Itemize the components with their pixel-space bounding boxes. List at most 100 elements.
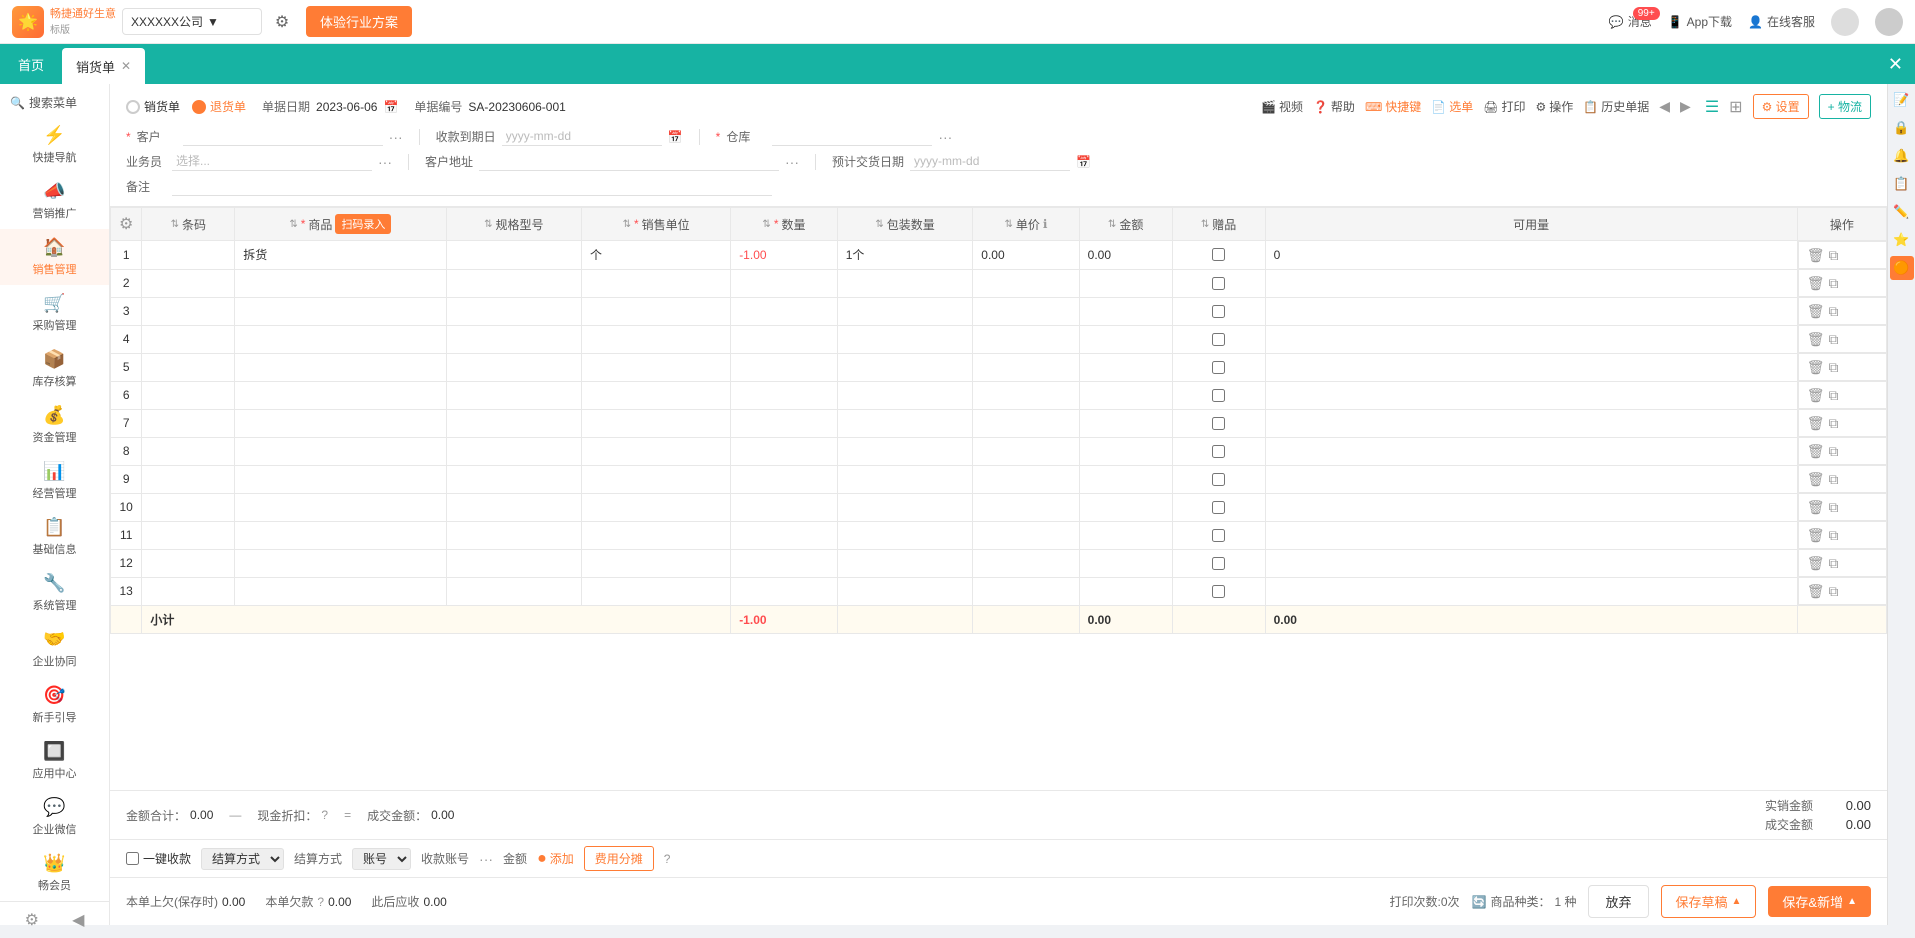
cell-amount-1[interactable]: 0.00: [1079, 241, 1172, 270]
select-action[interactable]: 📄 选单: [1431, 98, 1473, 115]
cell-gift-1[interactable]: [1172, 241, 1265, 270]
tab-close-icon[interactable]: ✕: [121, 59, 131, 73]
rp-notes-icon[interactable]: 📝: [1890, 88, 1914, 112]
message-button[interactable]: 💬 消息 99+: [1609, 13, 1652, 30]
copy-icon[interactable]: ⧉: [1829, 442, 1839, 460]
sidebar-item-appstore[interactable]: 🔲 应用中心: [0, 733, 109, 789]
sort-spec[interactable]: ⇅: [484, 219, 492, 230]
salesperson-select-icon[interactable]: ···: [378, 154, 392, 170]
account-dots-icon[interactable]: ···: [479, 851, 493, 867]
gift-checkbox[interactable]: [1212, 557, 1225, 570]
debt-help-icon[interactable]: ?: [317, 895, 324, 909]
gift-checkbox[interactable]: [1212, 277, 1225, 290]
delete-icon[interactable]: 🗑: [1807, 414, 1825, 432]
video-action[interactable]: 🎬 视频: [1261, 98, 1303, 115]
sidebar-item-basic[interactable]: 📋 基础信息: [0, 509, 109, 565]
price-info-icon[interactable]: ℹ: [1043, 217, 1048, 231]
delete-icon[interactable]: 🗑: [1807, 442, 1825, 460]
sidebar-item-sales[interactable]: 🏠 销售管理: [0, 229, 109, 285]
delete-icon[interactable]: 🗑: [1807, 302, 1825, 320]
copy-icon[interactable]: ⧉: [1829, 582, 1839, 600]
gift-checkbox[interactable]: [1212, 305, 1225, 318]
copy-icon[interactable]: ⧉: [1829, 498, 1839, 516]
sidebar-collapse-icon[interactable]: ◀: [72, 910, 84, 930]
gift-checkbox[interactable]: [1212, 445, 1225, 458]
save-new-button[interactable]: 保存&新增 ▲: [1768, 886, 1871, 917]
sort-gift[interactable]: ⇅: [1201, 219, 1209, 230]
pay-date-input[interactable]: [502, 127, 662, 146]
gift-checkbox[interactable]: [1212, 333, 1225, 346]
sort-price[interactable]: ⇅: [1004, 219, 1012, 230]
gift-checkbox[interactable]: [1212, 417, 1225, 430]
addr-select-icon[interactable]: ···: [785, 154, 799, 170]
fee-split-button[interactable]: 费用分摊: [584, 846, 654, 871]
delete-icon[interactable]: 🗑: [1807, 554, 1825, 572]
sort-product[interactable]: ⇅: [289, 219, 297, 230]
remarks-input[interactable]: [172, 177, 772, 196]
help-action[interactable]: ❓ 帮助: [1313, 98, 1355, 115]
scan-button[interactable]: 扫码录入: [335, 214, 391, 234]
cell-packqty-1[interactable]: 1个: [837, 241, 973, 270]
date-calendar-icon[interactable]: 📅: [383, 100, 398, 114]
sidebar-item-quick-nav[interactable]: ⚡ 快捷导航: [0, 117, 109, 173]
copy-icon[interactable]: ⧉: [1829, 358, 1839, 376]
gift-checkbox[interactable]: [1212, 585, 1225, 598]
sidebar-item-wechat[interactable]: 💬 企业微信: [0, 789, 109, 845]
copy-icon[interactable]: ⧉: [1829, 302, 1839, 320]
copy-icon-1[interactable]: ⧉: [1829, 247, 1839, 264]
logistics-button[interactable]: + 物流: [1819, 94, 1871, 119]
draft-button[interactable]: 保存草稿 ▲: [1661, 885, 1757, 918]
payment-method-select[interactable]: 结算方式: [201, 848, 284, 870]
gift-checkbox[interactable]: [1212, 529, 1225, 542]
tab-close-all-icon[interactable]: ✕: [1876, 54, 1915, 75]
customer-input[interactable]: [183, 127, 383, 146]
copy-icon[interactable]: ⧉: [1829, 386, 1839, 404]
radio-return-order[interactable]: 退货单: [192, 98, 246, 115]
avatar[interactable]: [1831, 8, 1859, 36]
cell-unit-1[interactable]: 个: [582, 241, 731, 270]
nav-left-icon[interactable]: ◀: [1659, 98, 1670, 115]
payment-help-icon[interactable]: ?: [664, 852, 671, 866]
print-action[interactable]: 🖨 打印: [1483, 98, 1525, 115]
warehouse-input[interactable]: 建材仓: [772, 127, 932, 146]
rp-list-icon[interactable]: 📋: [1890, 172, 1914, 196]
cell-price-1[interactable]: 0.00: [973, 241, 1079, 270]
expected-date-input[interactable]: [910, 152, 1070, 171]
sidebar-settings-icon[interactable]: ⚙: [25, 910, 39, 930]
cell-product-1[interactable]: 拆货: [235, 241, 446, 270]
gift-checkbox[interactable]: [1212, 389, 1225, 402]
shortcut-action[interactable]: ⌨ 快捷键: [1365, 98, 1421, 115]
one-key-pay-checkbox[interactable]: 一键收款: [126, 850, 191, 867]
list-view-icon[interactable]: ☰: [1705, 97, 1719, 117]
sidebar-search[interactable]: 🔍 搜索菜单: [0, 88, 109, 117]
delete-icon[interactable]: 🗑: [1807, 526, 1825, 544]
sidebar-item-member[interactable]: 👑 畅会员: [0, 845, 109, 901]
cell-qty-1[interactable]: -1.00: [731, 241, 838, 270]
delete-icon[interactable]: 🗑: [1807, 582, 1825, 600]
th-settings[interactable]: ⚙: [111, 208, 142, 241]
sidebar-item-collab[interactable]: 🤝 企业协同: [0, 621, 109, 677]
company-selector[interactable]: XXXXXX公司 ▼: [122, 8, 262, 35]
gift-checkbox[interactable]: [1212, 473, 1225, 486]
rp-orange-icon[interactable]: 🟠: [1890, 256, 1914, 280]
customer-addr-input[interactable]: [479, 152, 779, 171]
radio-sales-order[interactable]: 销货单: [126, 98, 180, 115]
avatar-extra[interactable]: [1875, 8, 1903, 36]
discard-button[interactable]: 放弃: [1588, 885, 1648, 918]
sidebar-item-system[interactable]: 🔧 系统管理: [0, 565, 109, 621]
gift-checkbox[interactable]: [1212, 501, 1225, 514]
gift-checkbox-1[interactable]: [1212, 248, 1225, 261]
sidebar-item-marketing[interactable]: 📣 营销推广: [0, 173, 109, 229]
delete-icon[interactable]: 🗑: [1807, 274, 1825, 292]
sort-qty[interactable]: ⇅: [762, 219, 770, 230]
gift-checkbox[interactable]: [1212, 361, 1225, 374]
rp-star-icon[interactable]: ⭐: [1890, 228, 1914, 252]
sort-barcode[interactable]: ⇅: [171, 219, 179, 230]
sidebar-item-finance[interactable]: 💰 资金管理: [0, 397, 109, 453]
delete-icon[interactable]: 🗑: [1807, 470, 1825, 488]
tab-home[interactable]: 首页: [0, 44, 62, 84]
customer-select-icon[interactable]: ···: [389, 129, 403, 145]
sort-pack-qty[interactable]: ⇅: [875, 219, 883, 230]
sort-unit[interactable]: ⇅: [623, 219, 631, 230]
delete-icon[interactable]: 🗑: [1807, 358, 1825, 376]
